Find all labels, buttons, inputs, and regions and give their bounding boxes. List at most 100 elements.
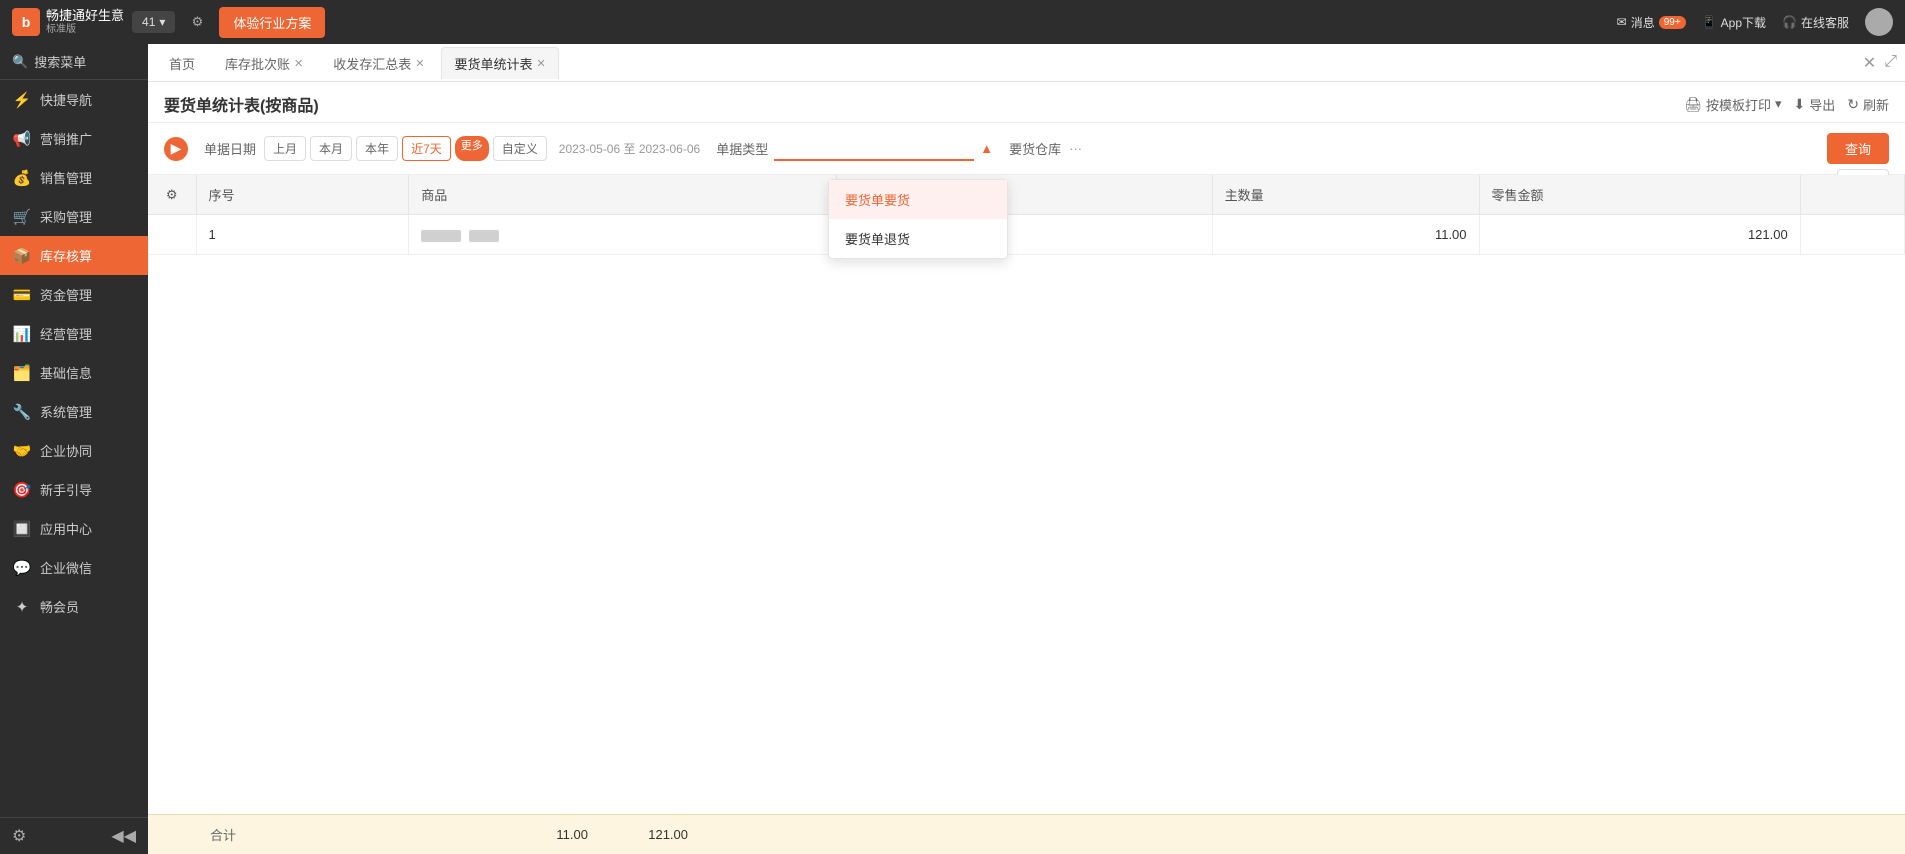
refresh-icon: ↻ — [1847, 96, 1859, 113]
tab-order-stats[interactable]: 要货单统计表 ✕ — [441, 47, 558, 79]
trial-button[interactable]: 体验行业方案 — [219, 7, 325, 38]
target-icon: 🎯 — [12, 481, 32, 499]
sidebar-item-marketing[interactable]: 📢 营销推广 — [0, 119, 148, 158]
col-extra — [1800, 175, 1904, 215]
query-button[interactable]: 查询 — [1827, 133, 1889, 164]
row-quantity-cell: 11.00 — [1212, 215, 1479, 255]
date-btn-this-month[interactable]: 本月 — [310, 136, 352, 161]
print-button[interactable]: 🖨 按模板打印 ▾ — [1684, 95, 1781, 114]
date-range-display: 2023-05-06 至 2023-06-06 — [559, 140, 700, 157]
date-btn-last-month[interactable]: 上月 — [264, 136, 306, 161]
dropdown-item-tuihuo[interactable]: 要货单退货 — [829, 219, 1007, 258]
type-label: 单据类型 — [716, 139, 768, 158]
date-buttons: 上月 本月 本年 近7天 更多 自定义 — [264, 136, 547, 161]
type-dropdown-arrow[interactable]: ▲ — [980, 141, 993, 156]
sidebar-item-collab[interactable]: 🤝 企业协同 — [0, 431, 148, 470]
type-input[interactable] — [774, 136, 974, 161]
sidebar-item-wechat[interactable]: 💬 企业微信 — [0, 548, 148, 587]
message-button[interactable]: ✉ 消息 99+ — [1617, 14, 1686, 31]
topbar-gear-button[interactable]: ⚙ — [183, 8, 211, 36]
card-icon: 💳 — [12, 286, 32, 304]
folder-icon: 🗂️ — [12, 364, 32, 382]
sidebar-item-system[interactable]: 🔧 系统管理 — [0, 392, 148, 431]
sidebar-item-guide[interactable]: 🎯 新手引导 — [0, 470, 148, 509]
warehouse-label: 要货仓库 — [1009, 139, 1061, 158]
export-button[interactable]: ⬇ 导出 — [1794, 95, 1836, 114]
row-amount-cell: 121.00 — [1479, 215, 1800, 255]
close-all-tabs-button[interactable]: ✕ — [1863, 53, 1876, 73]
sidebar-item-quick-nav[interactable]: ⚡ 快捷导航 — [0, 80, 148, 119]
settings-icon-button[interactable]: ⚙ — [12, 826, 26, 846]
chevron-down-icon: ▾ — [159, 15, 165, 29]
store-selector[interactable]: 41 ▾ — [132, 11, 175, 33]
date-label: 单据日期 — [204, 139, 256, 158]
handshake-icon: 🤝 — [12, 442, 32, 460]
sidebar: 🔍 搜索菜单 ⚡ 快捷导航 📢 营销推广 💰 销售管理 🛒 采 — [0, 44, 148, 854]
filter-expand-button[interactable]: ▶ — [164, 137, 188, 161]
message-badge: 99+ — [1659, 16, 1686, 29]
megaphone-icon: 📢 — [12, 130, 32, 148]
collapse-sidebar-button[interactable]: ◀◀ — [111, 826, 136, 846]
footer-quantity: 11.00 — [360, 827, 600, 842]
date-btn-7days[interactable]: 近7天 — [402, 136, 451, 161]
star-icon: ✦ — [12, 598, 32, 616]
col-settings[interactable]: ⚙ — [148, 175, 196, 215]
tab-receive-summary[interactable]: 收发存汇总表 ✕ — [320, 47, 437, 79]
logo-text: 畅捷通好生意 标准版 — [46, 8, 124, 36]
tab-close-order-stats[interactable]: ✕ — [537, 57, 546, 70]
top-right: ✉ 消息 99+ 📱 App下载 🎧 在线客服 — [1617, 8, 1893, 36]
tab-home[interactable]: 首页 — [156, 47, 208, 79]
avatar[interactable] — [1865, 8, 1893, 36]
sidebar-item-basic[interactable]: 🗂️ 基础信息 — [0, 353, 148, 392]
print-icon: 🖨 — [1684, 96, 1702, 113]
warehouse-filter-group: 要货仓库 ··· — [1009, 139, 1082, 158]
dropdown-item-yaohuodan[interactable]: 要货单要货 — [829, 180, 1007, 219]
date-btn-this-year[interactable]: 本年 — [356, 136, 398, 161]
more-badge: 更多 — [455, 136, 489, 161]
tab-close-receive-summary[interactable]: ✕ — [415, 57, 424, 70]
logo-area: b 畅捷通好生意 标准版 — [12, 8, 124, 36]
sidebar-item-sales[interactable]: 💰 销售管理 — [0, 158, 148, 197]
search-menu-button[interactable]: 🔍 搜索菜单 — [0, 44, 148, 80]
online-service-button[interactable]: 🎧 在线客服 — [1782, 14, 1849, 31]
flash-icon: ⚡ — [12, 91, 32, 109]
sidebar-item-purchase[interactable]: 🛒 采购管理 — [0, 197, 148, 236]
filter-bar: ▶ 单据日期 上月 本月 本年 近7天 更多 自定义 2023-05-06 至 … — [148, 123, 1905, 175]
page-title: 要货单统计表(按商品) — [164, 92, 319, 116]
row-settings-cell — [148, 215, 196, 255]
col-amount: 零售金额 — [1479, 175, 1800, 215]
col-product: 商品 — [409, 175, 837, 215]
sidebar-item-finance[interactable]: 💳 资金管理 — [0, 275, 148, 314]
footer-amount: 121.00 — [600, 827, 700, 842]
tab-inventory-batch[interactable]: 库存批次账 ✕ — [212, 47, 316, 79]
sidebar-item-appstore[interactable]: 🔲 应用中心 — [0, 509, 148, 548]
date-btn-custom[interactable]: 自定义 — [493, 136, 547, 161]
chat-icon: 💬 — [12, 559, 32, 577]
table-row: 1 块 11.00 121.00 — [148, 215, 1905, 255]
warehouse-more-button[interactable]: ··· — [1069, 141, 1082, 156]
date-filter-group: 单据日期 上月 本月 本年 近7天 更多 自定义 2023-05-06 至 20… — [204, 136, 700, 161]
chart-icon: 📊 — [12, 325, 32, 343]
sidebar-bottom: ⚙ ◀◀ — [0, 817, 148, 854]
sidebar-item-inventory[interactable]: 📦 库存核算 — [0, 236, 148, 275]
maximize-button[interactable]: ⤢ — [1884, 53, 1897, 73]
type-dropdown: 要货单要货 要货单退货 — [828, 179, 1008, 259]
app-download-button[interactable]: 📱 App下载 — [1702, 14, 1766, 31]
sidebar-item-operation[interactable]: 📊 经营管理 — [0, 314, 148, 353]
sidebar-nav: ⚡ 快捷导航 📢 营销推广 💰 销售管理 🛒 采购管理 📦 库存核算 — [0, 80, 148, 817]
box-icon: 📦 — [12, 247, 32, 265]
tab-close-inventory-batch[interactable]: ✕ — [294, 57, 303, 70]
main-area: 🔍 搜索菜单 ⚡ 快捷导航 📢 营销推广 💰 销售管理 🛒 采 — [0, 44, 1905, 854]
chevron-down-icon: ▾ — [1775, 96, 1782, 112]
export-icon: ⬇ — [1794, 96, 1806, 113]
sidebar-item-member[interactable]: ✦ 畅会员 — [0, 587, 148, 626]
logo-icon: b — [12, 8, 40, 36]
money-icon: 💰 — [12, 169, 32, 187]
top-bar: b 畅捷通好生意 标准版 41 ▾ ⚙ 体验行业方案 ✉ 消息 99+ 📱 Ap… — [0, 0, 1905, 44]
row-extra-cell — [1800, 215, 1904, 255]
table-footer: 合计 11.00 121.00 — [148, 814, 1905, 854]
page-header: 要货单统计表(按商品) 🖨 按模板打印 ▾ ⬇ 导出 ↻ 刷新 — [148, 82, 1905, 123]
tabs-right-actions: ✕ ⤢ — [1863, 53, 1897, 73]
refresh-button[interactable]: ↻ 刷新 — [1847, 95, 1889, 114]
footer-label: 合计 — [160, 825, 360, 844]
